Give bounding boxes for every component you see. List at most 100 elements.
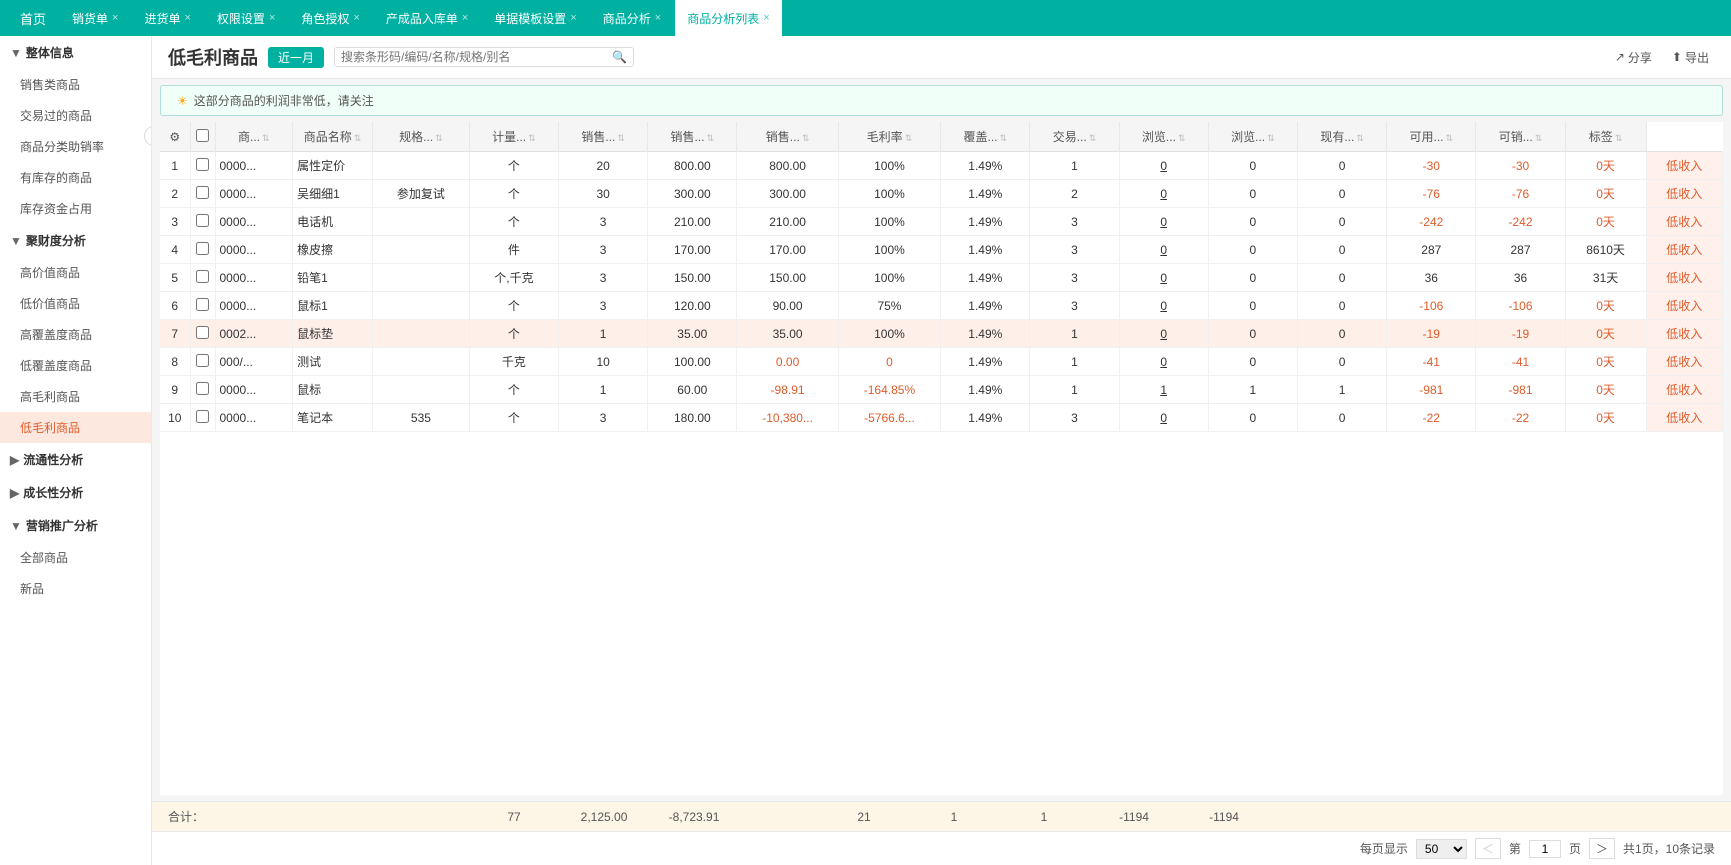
- row-qty: 10: [559, 348, 648, 376]
- share-button[interactable]: ↗ 分享: [1609, 47, 1658, 68]
- sidebar-section-marketing[interactable]: ▼ 营销推广分析: [0, 509, 151, 542]
- col-checkbox[interactable]: [190, 122, 215, 152]
- nav-home[interactable]: 首页: [8, 0, 58, 36]
- select-all-checkbox[interactable]: [196, 129, 209, 142]
- close-role-icon[interactable]: ×: [353, 12, 359, 24]
- row-checkbox[interactable]: [190, 292, 215, 320]
- row-transaction[interactable]: 0: [1119, 264, 1208, 292]
- row-transaction[interactable]: 0: [1119, 208, 1208, 236]
- sidebar-item-low-value[interactable]: 低价值商品: [0, 288, 151, 319]
- period-button[interactable]: 近一月: [268, 47, 324, 68]
- sidebar-item-sales-products[interactable]: 销售类商品: [0, 69, 151, 100]
- close-list-icon[interactable]: ×: [763, 12, 769, 24]
- row-select-checkbox[interactable]: [196, 326, 209, 339]
- row-select-checkbox[interactable]: [196, 214, 209, 227]
- row-checkbox[interactable]: [190, 180, 215, 208]
- nav-product-analysis[interactable]: 商品分析 ×: [591, 0, 673, 36]
- col-stock[interactable]: 现有...⇅: [1298, 122, 1387, 152]
- close-template-icon[interactable]: ×: [570, 12, 576, 24]
- col-qty[interactable]: 销售...⇅: [559, 122, 648, 152]
- col-settings[interactable]: ⚙: [160, 122, 190, 152]
- row-transaction[interactable]: 0: [1119, 404, 1208, 432]
- col-name[interactable]: 商品名称⇅: [293, 122, 373, 152]
- row-transaction[interactable]: 0: [1119, 320, 1208, 348]
- export-button[interactable]: ⬆ 导出: [1666, 47, 1715, 68]
- col-unit[interactable]: 计量...⇅: [469, 122, 558, 152]
- col-available[interactable]: 可用...⇅: [1387, 122, 1476, 152]
- col-spec[interactable]: 规格...⇅: [373, 122, 470, 152]
- close-analysis-icon[interactable]: ×: [655, 12, 661, 24]
- row-checkbox[interactable]: [190, 236, 215, 264]
- row-select-checkbox[interactable]: [196, 410, 209, 423]
- sidebar-section-wealth[interactable]: ▼ 聚财度分析: [0, 224, 151, 257]
- col-tag[interactable]: 标签⇅: [1565, 122, 1646, 152]
- sidebar-item-stocked-products[interactable]: 有库存的商品: [0, 162, 151, 193]
- main-layout: « ▼ 整体信息 销售类商品 交易过的商品 商品分类助销率 有库存的商品 库存资…: [0, 36, 1731, 865]
- current-page-input[interactable]: [1529, 840, 1561, 858]
- row-transaction[interactable]: 1: [1119, 376, 1208, 404]
- table-row: 6 0000... 鼠标1 个 3 120.00 90.00 75% 1.49%…: [160, 292, 1723, 320]
- search-icon[interactable]: 🔍: [612, 50, 627, 64]
- col-transaction[interactable]: 交易...⇅: [1030, 122, 1119, 152]
- sidebar-item-high-value[interactable]: 高价值商品: [0, 257, 151, 288]
- nav-permissions[interactable]: 权限设置 ×: [205, 0, 287, 36]
- sidebar-item-category-rate[interactable]: 商品分类助销率: [0, 131, 151, 162]
- sidebar-item-high-margin[interactable]: 高毛利商品: [0, 381, 151, 412]
- row-gross-rate: 1.49%: [941, 152, 1030, 180]
- row-checkbox[interactable]: [190, 404, 215, 432]
- of-label: 页: [1569, 840, 1581, 857]
- per-page-select[interactable]: 50 100 200: [1416, 839, 1467, 859]
- nav-analysis-list[interactable]: 商品分析列表 ×: [675, 0, 781, 36]
- sidebar-item-low-margin[interactable]: 低毛利商品: [0, 412, 151, 443]
- row-select-checkbox[interactable]: [196, 270, 209, 283]
- row-gross-rate: 1.49%: [941, 376, 1030, 404]
- nav-purchase[interactable]: 进货单 ×: [132, 0, 202, 36]
- row-checkbox[interactable]: [190, 152, 215, 180]
- row-checkbox[interactable]: [190, 264, 215, 292]
- col-browse2[interactable]: 浏览...⇅: [1208, 122, 1297, 152]
- col-browse1[interactable]: 浏览...⇅: [1119, 122, 1208, 152]
- nav-role-auth[interactable]: 角色授权 ×: [289, 0, 371, 36]
- sidebar-section-overall[interactable]: ▼ 整体信息: [0, 36, 151, 69]
- row-checkbox[interactable]: [190, 320, 215, 348]
- close-product-icon[interactable]: ×: [462, 12, 468, 24]
- sidebar-item-new-products[interactable]: 新品: [0, 573, 151, 604]
- nav-template-settings[interactable]: 单据模板设置 ×: [482, 0, 588, 36]
- row-select-checkbox[interactable]: [196, 186, 209, 199]
- row-checkbox[interactable]: [190, 348, 215, 376]
- sidebar-section-liquidity[interactable]: ▶ 流通性分析: [0, 443, 151, 476]
- row-checkbox[interactable]: [190, 376, 215, 404]
- sidebar-item-low-coverage[interactable]: 低覆盖度商品: [0, 350, 151, 381]
- close-permissions-icon[interactable]: ×: [269, 12, 275, 24]
- row-transaction[interactable]: 0: [1119, 292, 1208, 320]
- next-page-button[interactable]: ＞: [1589, 838, 1615, 859]
- nav-product-entry[interactable]: 产成品入库单 ×: [374, 0, 480, 36]
- row-transaction[interactable]: 0: [1119, 180, 1208, 208]
- col-code[interactable]: 商...⇅: [215, 122, 293, 152]
- col-amount[interactable]: 销售...⇅: [737, 122, 838, 152]
- row-select-checkbox[interactable]: [196, 382, 209, 395]
- col-sellable[interactable]: 可销...⇅: [1476, 122, 1565, 152]
- close-sales-icon[interactable]: ×: [112, 12, 118, 24]
- col-gross-rate[interactable]: 毛利率⇅: [838, 122, 940, 152]
- row-select-checkbox[interactable]: [196, 354, 209, 367]
- sidebar-item-capital-usage[interactable]: 库存资金占用: [0, 193, 151, 224]
- col-price[interactable]: 销售...⇅: [648, 122, 737, 152]
- sidebar-item-all-products[interactable]: 全部商品: [0, 542, 151, 573]
- search-input[interactable]: [341, 50, 612, 64]
- row-checkbox[interactable]: [190, 208, 215, 236]
- row-transaction[interactable]: 0: [1119, 152, 1208, 180]
- sidebar-item-traded-products[interactable]: 交易过的商品: [0, 100, 151, 131]
- sidebar-item-high-coverage[interactable]: 高覆盖度商品: [0, 319, 151, 350]
- nav-sales[interactable]: 销货单 ×: [60, 0, 130, 36]
- sidebar-section-growth[interactable]: ▶ 成长性分析: [0, 476, 151, 509]
- row-select-checkbox[interactable]: [196, 242, 209, 255]
- row-tag: 低收入: [1646, 152, 1722, 180]
- row-transaction[interactable]: 0: [1119, 236, 1208, 264]
- prev-page-button[interactable]: ＜: [1475, 838, 1501, 859]
- row-select-checkbox[interactable]: [196, 158, 209, 171]
- col-coverage[interactable]: 覆盖...⇅: [941, 122, 1030, 152]
- row-transaction[interactable]: 0: [1119, 348, 1208, 376]
- row-select-checkbox[interactable]: [196, 298, 209, 311]
- close-purchase-icon[interactable]: ×: [184, 12, 190, 24]
